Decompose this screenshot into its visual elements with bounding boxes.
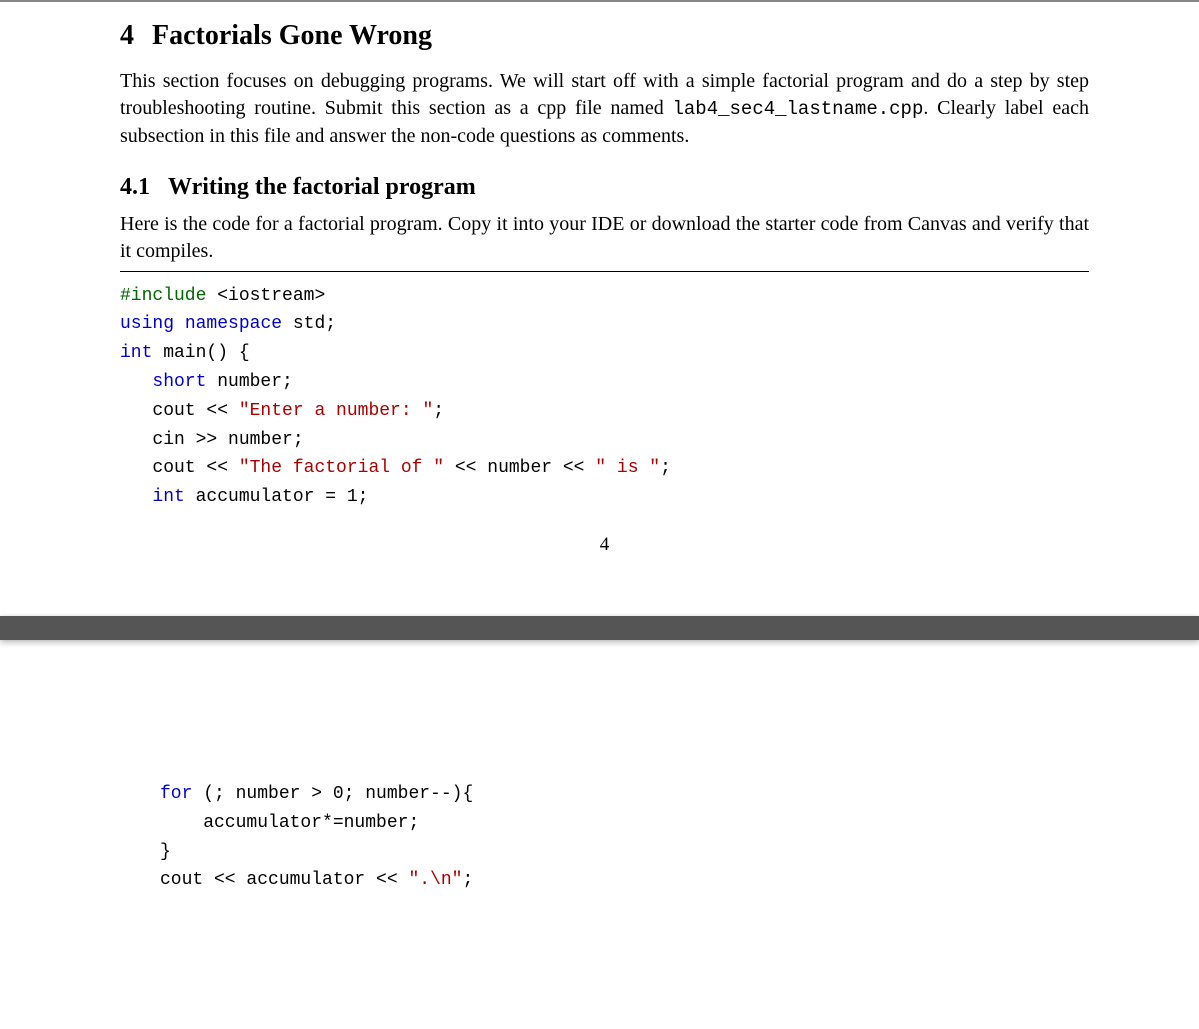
code-block-page1: #include <iostream> using namespace std;… [120, 282, 1089, 512]
code-indent [120, 372, 152, 392]
page-one: 4 Factorials Gone Wrong This section focu… [0, 2, 1199, 556]
code-text: cin >> number; [120, 430, 304, 450]
code-text: << number << [444, 458, 595, 478]
code-text: cout << [120, 401, 239, 421]
code-indent [120, 487, 152, 507]
code-string: ".\n" [408, 870, 462, 890]
code-text: (; number > 0; number--){ [192, 784, 473, 804]
code-rule [120, 271, 1089, 272]
code-block-page2: for (; number > 0; number--){ accumulato… [160, 780, 1089, 895]
section-intro: This section focuses on debugging progra… [120, 68, 1089, 150]
code-keyword: using [120, 314, 174, 334]
page-separator [0, 616, 1199, 640]
code-text: main() { [152, 343, 249, 363]
subsection-intro: Here is the code for a factorial program… [120, 211, 1089, 265]
code-text: accumulator = 1; [185, 487, 369, 507]
page-two: for (; number > 0; number--){ accumulato… [0, 680, 1199, 895]
code-keyword: for [160, 784, 192, 804]
code-text: ; [462, 870, 473, 890]
code-string: "Enter a number: " [239, 401, 433, 421]
code-string: " is " [595, 458, 660, 478]
code-text: } [160, 842, 171, 862]
code-keyword: short [152, 372, 206, 392]
code-text: <iostream> [206, 286, 325, 306]
subsection-heading: 4.1 Writing the factorial program [120, 174, 1089, 201]
code-text: cout << [120, 458, 239, 478]
code-text: cout << accumulator << [160, 870, 408, 890]
code-text: accumulator*=number; [160, 813, 419, 833]
page-number: 4 [120, 534, 1089, 556]
code-keyword: int [120, 343, 152, 363]
subsection-title: Writing the factorial program [168, 174, 476, 200]
code-keyword: #include [120, 286, 206, 306]
section-number: 4 [120, 20, 134, 52]
code-text: std; [282, 314, 336, 334]
intro-filename: lab4_sec4_lastname.cpp [673, 98, 924, 120]
code-text: number; [206, 372, 292, 392]
code-keyword: int [152, 487, 184, 507]
code-text: ; [433, 401, 444, 421]
section-title: Factorials Gone Wrong [152, 20, 432, 51]
code-keyword: namespace [185, 314, 282, 334]
code-text: ; [660, 458, 671, 478]
section-heading: 4 Factorials Gone Wrong [120, 20, 1089, 52]
subsection-number: 4.1 [120, 174, 150, 201]
code-string: "The factorial of " [239, 458, 444, 478]
